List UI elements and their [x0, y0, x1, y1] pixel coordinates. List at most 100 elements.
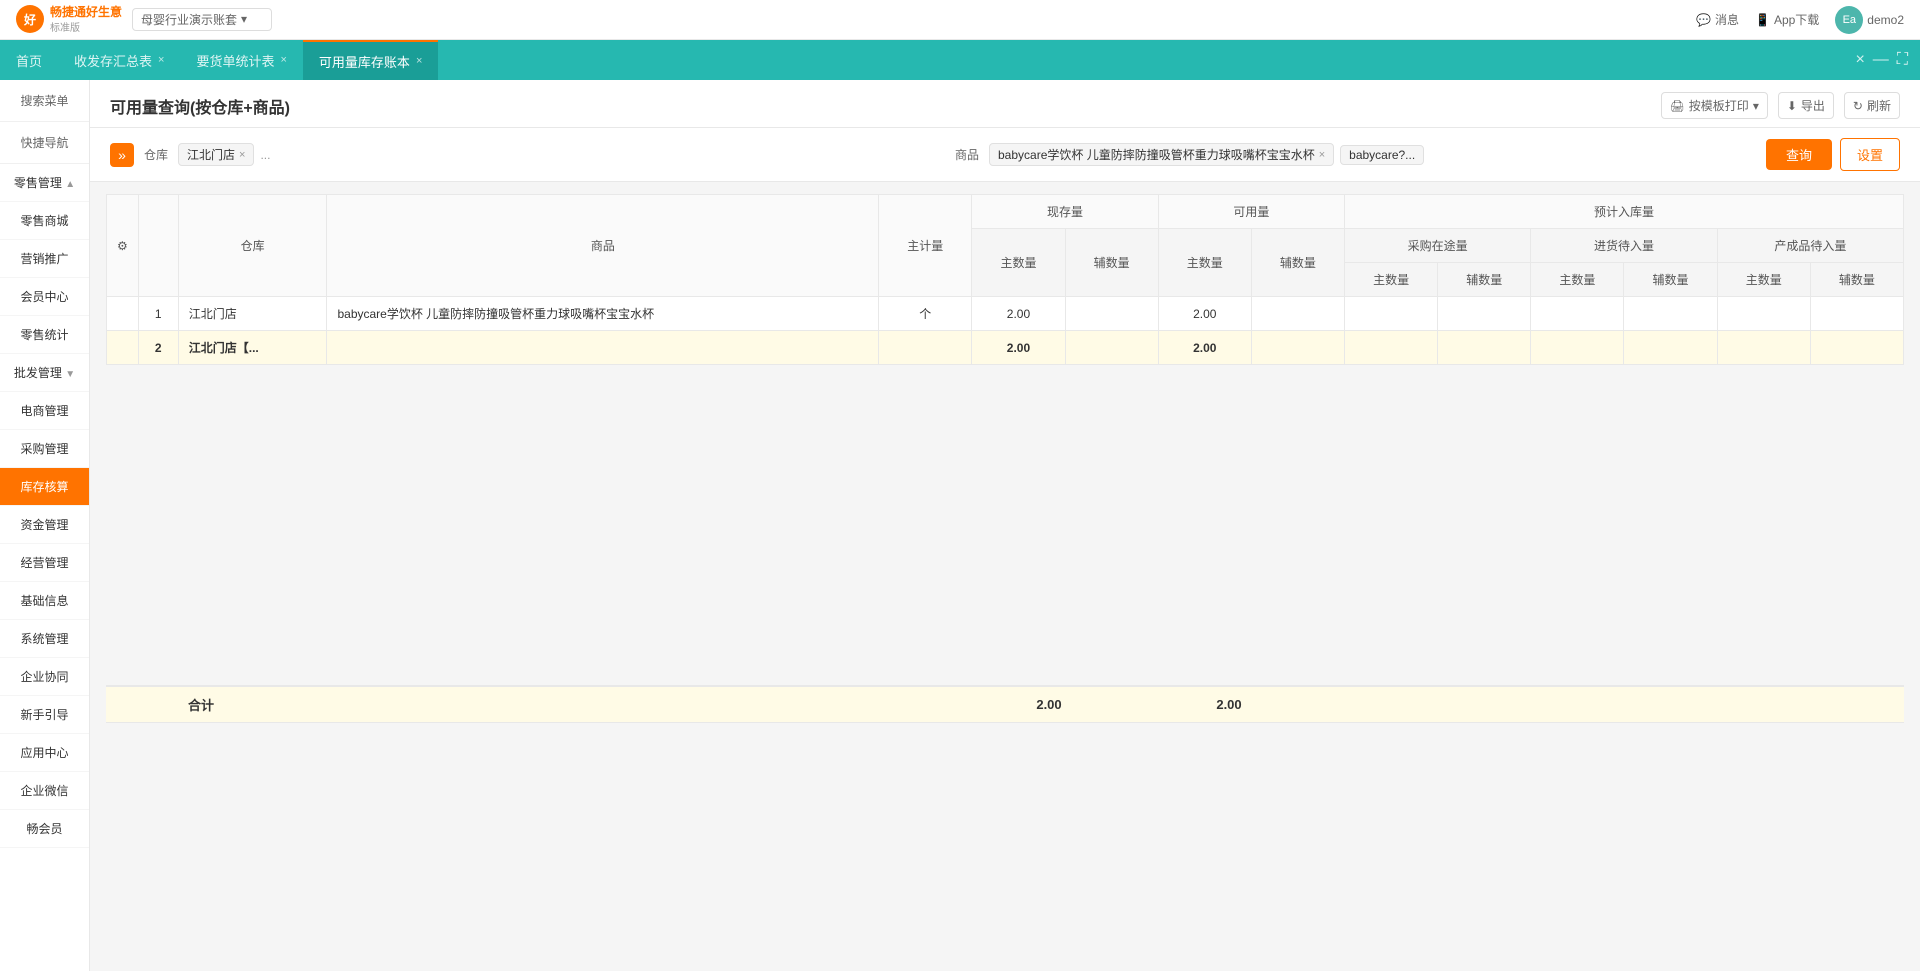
td-sub-pur-aux: [1438, 331, 1531, 365]
th-pur-transit-main: 主数量: [1345, 263, 1438, 297]
chevron-down-icon: ▾: [241, 12, 247, 26]
window-min-btn[interactable]: —: [1873, 51, 1889, 69]
warehouse-more-btn[interactable]: ...: [260, 148, 270, 162]
td-sub-product-main: [1717, 331, 1810, 365]
sidebar-item-retail-store-label: 零售商城: [20, 214, 68, 228]
product-tag-0-close[interactable]: ×: [1319, 149, 1325, 161]
product-tag-1[interactable]: babycare?...: [1340, 145, 1424, 165]
td-sub-warehouse: 江北门店【...: [178, 331, 327, 365]
sidebar-item-system-label: 系统管理: [20, 632, 68, 646]
sidebar-item-newbie[interactable]: 新手引导: [0, 696, 89, 734]
sidebar-item-vip[interactable]: 畅会员: [0, 810, 89, 848]
warehouse-tag-close[interactable]: ×: [239, 149, 245, 161]
query-btn[interactable]: 查询: [1766, 139, 1832, 170]
logo-area: 好 畅捷通好生意 标准版: [16, 5, 122, 34]
th-inbound: 进货待入量: [1531, 229, 1717, 263]
td-sub-stock-main: 2.00: [972, 331, 1065, 365]
toggle-icon: »: [118, 147, 126, 163]
td-settings[interactable]: [107, 297, 139, 331]
sidebar-item-purchase[interactable]: 采购管理: [0, 430, 89, 468]
th-stock-main: 主数量: [972, 229, 1065, 297]
th-avail-aux: 辅数量: [1251, 229, 1344, 297]
product-tag-0[interactable]: babycare学饮杯 儿童防摔防撞吸管杯重力球吸嘴杯宝宝水杯 ×: [989, 143, 1334, 166]
print-btn[interactable]: 🖨 按模板打印 ▾: [1661, 92, 1768, 119]
search-menu-btn[interactable]: 搜索菜单: [8, 88, 81, 113]
sidebar-item-marketing-label: 营销推广: [20, 252, 68, 266]
sidebar-item-retail[interactable]: 零售管理 ▲: [0, 164, 89, 202]
sidebar-item-retail-stats[interactable]: 零售统计: [0, 316, 89, 354]
sidebar-item-retail-store[interactable]: 零售商城: [0, 202, 89, 240]
th-warehouse: 仓库: [178, 195, 327, 297]
sidebar-item-newbie-label: 新手引导: [20, 708, 68, 722]
page-title: 可用量查询(按仓库+商品): [110, 94, 290, 118]
sidebar-quick-nav: 快捷导航: [0, 122, 89, 164]
sidebar-item-basic[interactable]: 基础信息: [0, 582, 89, 620]
retail-expand-icon: ▲: [65, 179, 75, 190]
tab-available[interactable]: 可用量库存账本 ×: [303, 40, 438, 80]
sidebar-item-inventory-label: 库存核算: [20, 480, 68, 494]
sidebar-item-member[interactable]: 会员中心: [0, 278, 89, 316]
td-sub-settings[interactable]: [107, 331, 139, 365]
sidebar-item-operation-label: 经营管理: [20, 556, 68, 570]
sidebar-item-system[interactable]: 系统管理: [0, 620, 89, 658]
refresh-btn[interactable]: ↻ 刷新: [1844, 92, 1900, 119]
th-product-pending: 产成品待入量: [1717, 229, 1903, 263]
sidebar-item-wholesale[interactable]: 批发管理 ▼: [0, 354, 89, 392]
td-product-aux: [1810, 297, 1903, 331]
sidebar-item-retail-label: 零售管理: [14, 176, 62, 190]
avatar: Ea: [1835, 6, 1863, 34]
app-download-btn[interactable]: 📱 App下载: [1755, 11, 1819, 28]
sidebar-item-operation[interactable]: 经营管理: [0, 544, 89, 582]
sidebar-item-wechat[interactable]: 企业微信: [0, 772, 89, 810]
sidebar-item-appstore[interactable]: 应用中心: [0, 734, 89, 772]
export-icon: ⬇: [1787, 99, 1797, 113]
tab-receive-close[interactable]: ×: [158, 54, 164, 66]
window-max-btn[interactable]: ⛶: [1897, 51, 1908, 69]
tab-home[interactable]: 首页: [0, 40, 58, 80]
header-actions: 🖨 按模板打印 ▾ ⬇ 导出 ↻ 刷新: [1661, 92, 1900, 119]
td-inbound-main: [1531, 297, 1624, 331]
sidebar-item-vip-label: 畅会员: [26, 822, 62, 836]
logo-text: 畅捷通好生意: [50, 5, 122, 19]
industry-selector[interactable]: 母婴行业演示账套 ▾: [132, 8, 272, 31]
tab-order[interactable]: 要货单统计表 ×: [180, 40, 302, 80]
message-btn[interactable]: 💬 消息: [1696, 11, 1739, 28]
tab-receive[interactable]: 收发存汇总表 ×: [58, 40, 180, 80]
product-filter-label: 商品: [955, 146, 979, 163]
quick-nav-btn[interactable]: 快捷导航: [0, 126, 89, 159]
top-bar-right: 💬 消息 📱 App下载 Ea demo2: [1696, 6, 1904, 34]
sidebar-item-inventory[interactable]: 库存核算: [0, 468, 89, 506]
th-settings[interactable]: ⚙: [107, 195, 139, 297]
footer-stock-main: 2.00: [1004, 697, 1094, 712]
tab-available-close[interactable]: ×: [416, 55, 422, 67]
sidebar-search-area: 搜索菜单: [0, 80, 89, 122]
sidebar-item-finance[interactable]: 资金管理: [0, 506, 89, 544]
mobile-icon: 📱: [1755, 13, 1770, 27]
th-current-stock: 现存量: [972, 195, 1158, 229]
td-sub-unit: [879, 331, 972, 365]
td-avail-aux: [1251, 297, 1344, 331]
sidebar-item-enterprise[interactable]: 企业协同: [0, 658, 89, 696]
top-bar: 好 畅捷通好生意 标准版 母婴行业演示账套 ▾ 💬 消息 📱 App下载 Ea …: [0, 0, 1920, 40]
user-area[interactable]: Ea demo2: [1835, 6, 1904, 34]
tab-available-label: 可用量库存账本: [319, 52, 410, 71]
table-row-subtotal: 2 江北门店【... 2.00 2.00: [107, 331, 1904, 365]
nav-window-btns: × — ⛶: [1855, 51, 1920, 69]
main-layout: 搜索菜单 快捷导航 零售管理 ▲ 零售商城 营销推广 会员中心 零售统计 批发管…: [0, 80, 1920, 971]
sidebar-item-ecommerce[interactable]: 电商管理: [0, 392, 89, 430]
product-tags: babycare学饮杯 儿童防摔防撞吸管杯重力球吸嘴杯宝宝水杯 × babyca…: [989, 143, 1756, 166]
export-btn[interactable]: ⬇ 导出: [1778, 92, 1834, 119]
filter-toggle-btn[interactable]: »: [110, 143, 134, 167]
td-warehouse: 江北门店: [178, 297, 327, 331]
td-pur-transit-aux: [1438, 297, 1531, 331]
industry-label: 母婴行业演示账套: [141, 11, 237, 28]
sidebar-item-enterprise-label: 企业协同: [20, 670, 68, 684]
setting-btn[interactable]: 设置: [1840, 138, 1900, 171]
sidebar-item-marketing[interactable]: 营销推广: [0, 240, 89, 278]
tab-receive-label: 收发存汇总表: [74, 51, 152, 70]
close-all-btn[interactable]: ×: [1855, 51, 1864, 69]
warehouse-tag-0[interactable]: 江北门店 ×: [178, 143, 254, 166]
tab-order-close[interactable]: ×: [280, 54, 286, 66]
logo-text-block: 畅捷通好生意 标准版: [50, 5, 122, 34]
th-product-aux: 辅数量: [1810, 263, 1903, 297]
